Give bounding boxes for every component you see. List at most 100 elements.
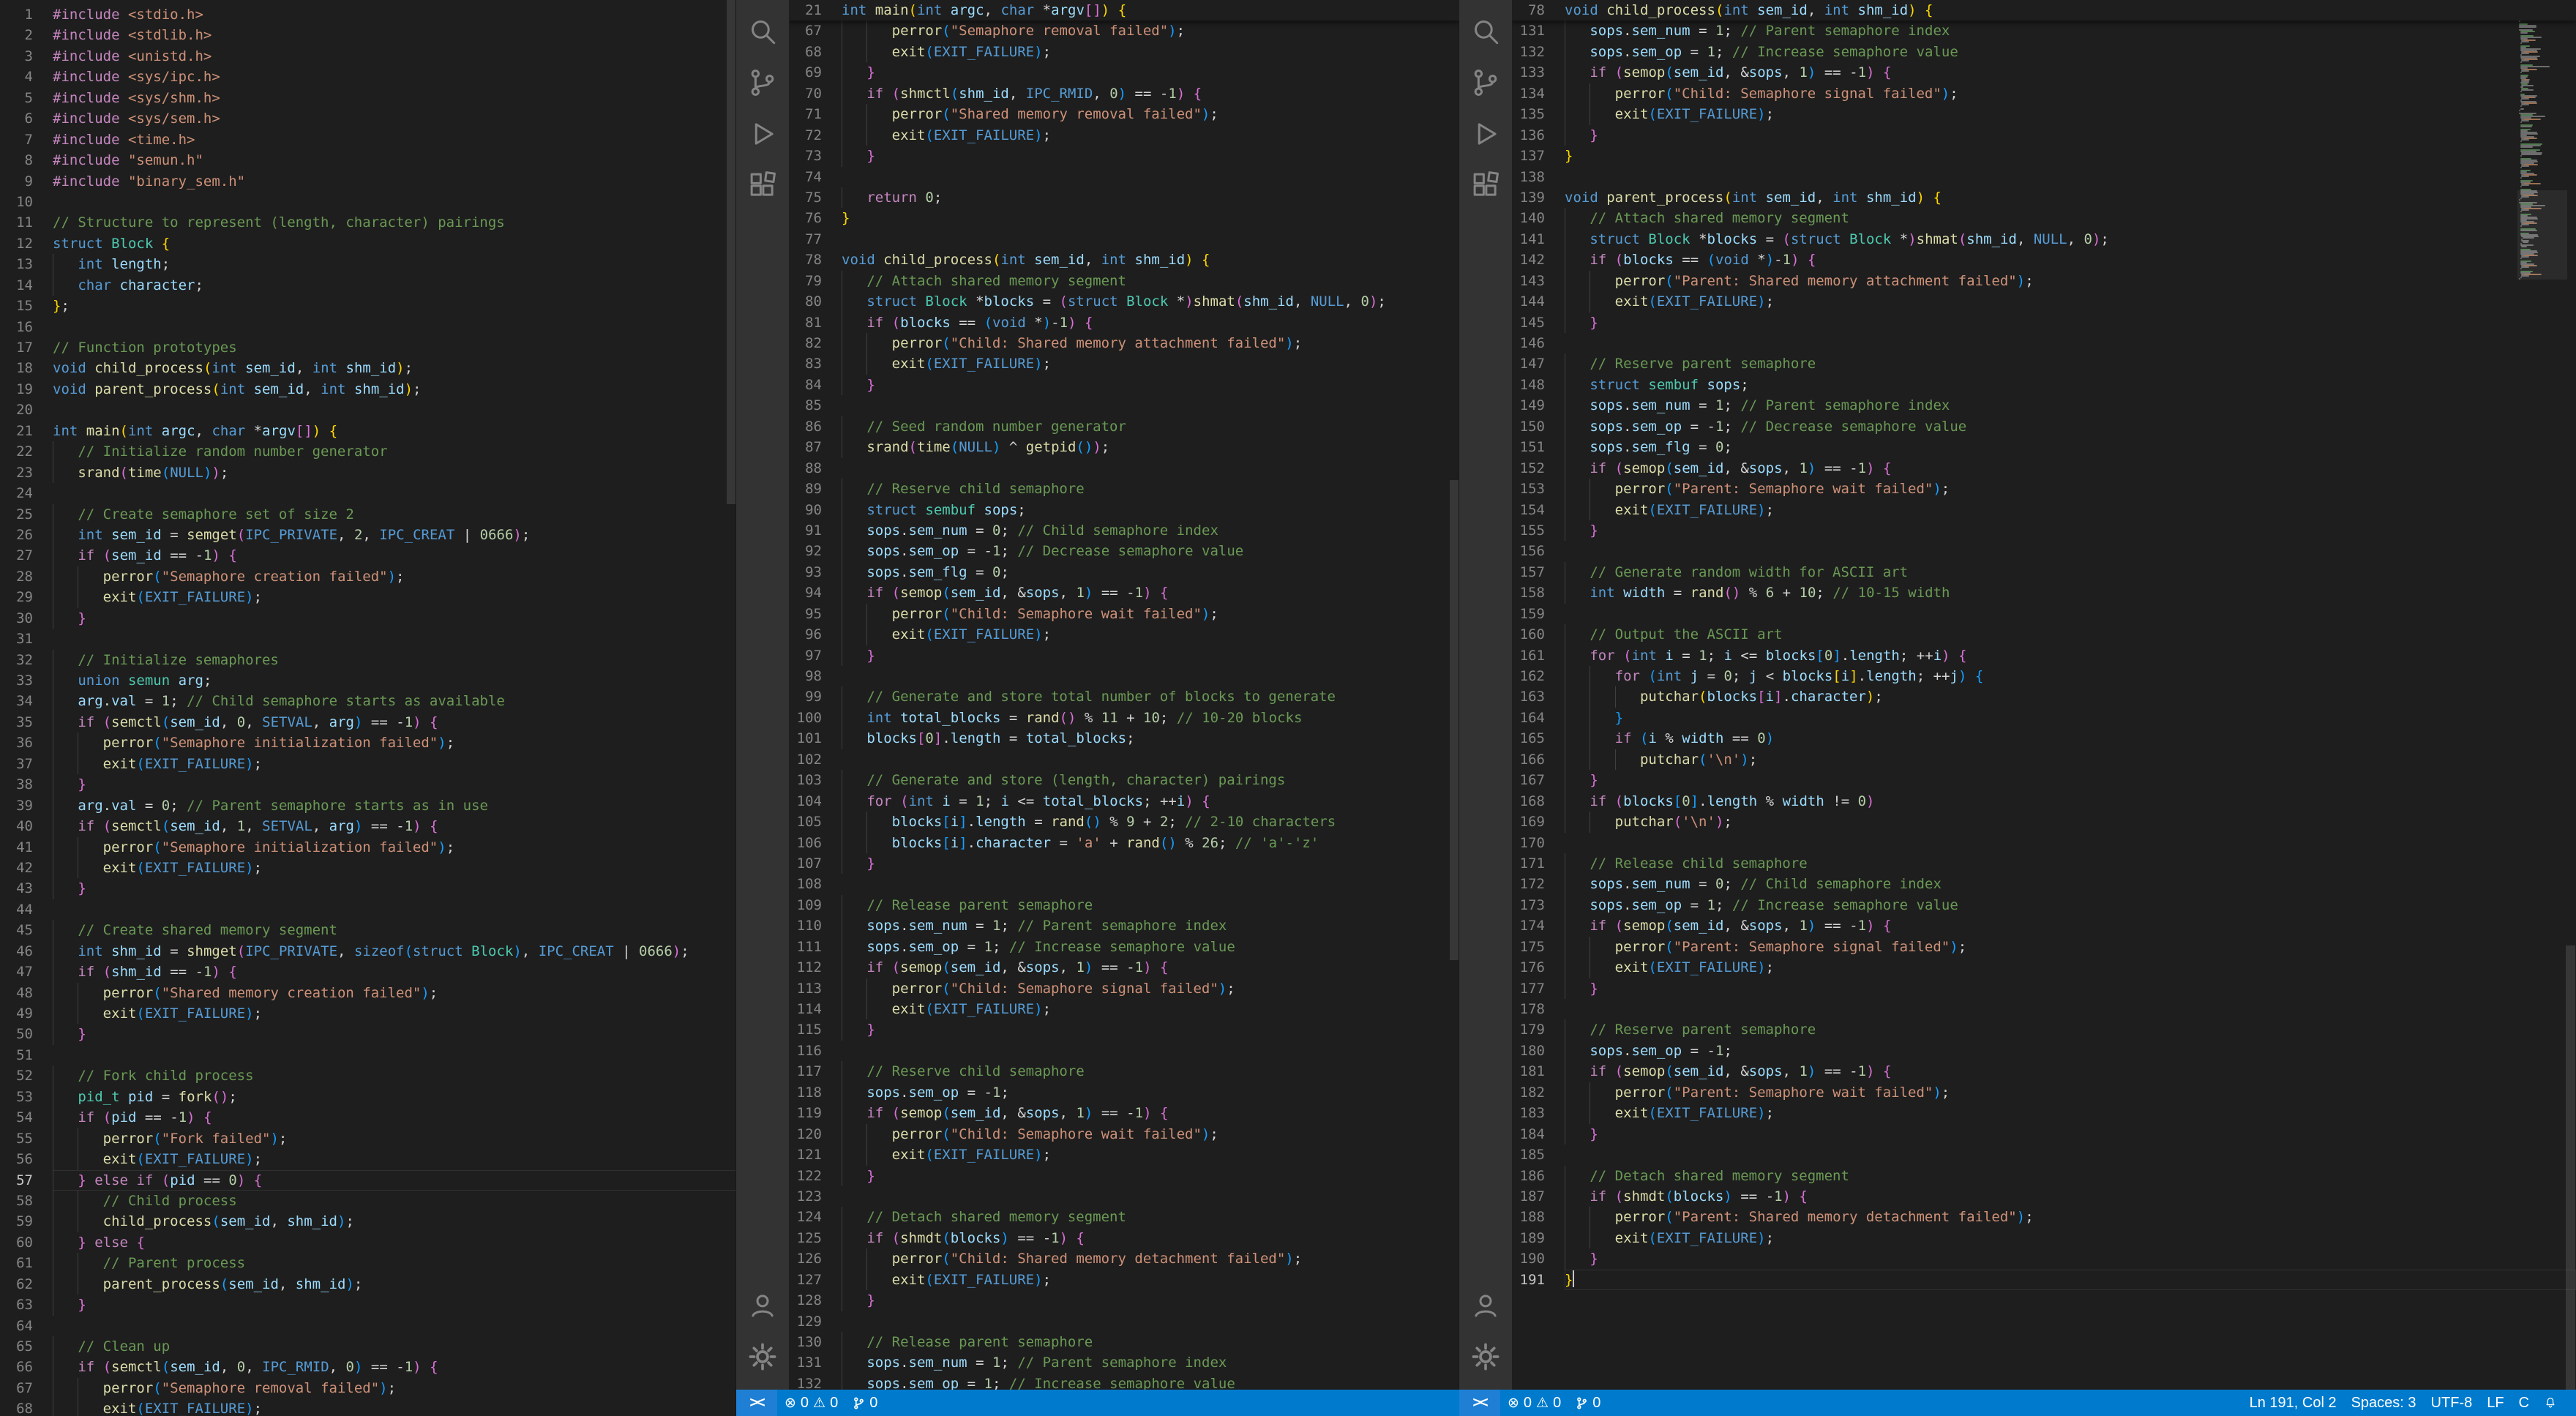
code-line[interactable]: 133 if (semop(sem_id, &sops, 1) == -1) { xyxy=(1512,62,2576,83)
run-debug-icon[interactable] xyxy=(1459,108,1512,160)
code-line[interactable]: 79 // Attach shared memory segment xyxy=(789,271,1459,291)
code-line[interactable]: 174 if (semop(sem_id, &sops, 1) == -1) { xyxy=(1512,915,2576,936)
code-line[interactable]: 132 sops.sem_op = 1; // Increase semapho… xyxy=(1512,42,2576,62)
code-line[interactable]: 12struct Block { xyxy=(0,233,736,254)
code-line[interactable]: 190 } xyxy=(1512,1248,2576,1269)
code-line[interactable]: 104 for (int i = 1; i <= total_blocks; +… xyxy=(789,791,1459,812)
code-line[interactable]: 158 int width = rand() % 6 + 10; // 10-1… xyxy=(1512,582,2576,603)
code-line[interactable]: 8#include "semun.h" xyxy=(0,150,736,171)
code-line[interactable]: 71 perror("Shared memory removal failed"… xyxy=(789,104,1459,124)
code-line[interactable]: 94 if (semop(sem_id, &sops, 1) == -1) { xyxy=(789,582,1459,603)
code-line[interactable]: 45 // Create shared memory segment xyxy=(0,920,736,940)
code-line[interactable]: 161 for (int i = 1; i <= blocks[0].lengt… xyxy=(1512,645,2576,666)
code-line[interactable]: 184 } xyxy=(1512,1124,2576,1145)
code-line[interactable]: 49 exit(EXIT_FAILURE); xyxy=(0,1003,736,1024)
code-line[interactable]: 99 // Generate and store total number of… xyxy=(789,686,1459,707)
code-line[interactable]: 14 char character; xyxy=(0,275,736,296)
branch-indicator[interactable]: 0 xyxy=(1568,1390,1608,1416)
code-line[interactable]: 110 sops.sem_num = 1; // Parent semaphor… xyxy=(789,915,1459,936)
code-line[interactable]: 165 if (i % width == 0) xyxy=(1512,728,2576,749)
code-line[interactable]: 93 sops.sem_flg = 0; xyxy=(789,562,1459,582)
code-line[interactable]: 154 exit(EXIT_FAILURE); xyxy=(1512,500,2576,520)
code-line[interactable]: 129 xyxy=(789,1311,1459,1332)
code-line[interactable]: 35 if (semctl(sem_id, 0, SETVAL, arg) ==… xyxy=(0,712,736,733)
code-line[interactable]: 39 arg.val = 0; // Parent semaphore star… xyxy=(0,795,736,816)
code-line[interactable]: 90 struct sembuf sops; xyxy=(789,500,1459,520)
code-line[interactable]: 86 // Seed random number generator xyxy=(789,416,1459,437)
code-line[interactable]: 171 // Release child semaphore xyxy=(1512,853,2576,874)
code-line[interactable]: 61 // Parent process xyxy=(0,1253,736,1273)
editor-pane-center[interactable]: 21int main(int argc, char *argv[]) {67 p… xyxy=(789,0,1459,1390)
code-line[interactable]: 42 exit(EXIT_FAILURE); xyxy=(0,858,736,878)
code-line[interactable]: 120 perror("Child: Semaphore wait failed… xyxy=(789,1124,1459,1145)
source-control-icon[interactable] xyxy=(736,57,789,108)
code-line[interactable]: 36 perror("Semaphore initialization fail… xyxy=(0,733,736,753)
code-line[interactable]: 108 xyxy=(789,874,1459,894)
code-line[interactable]: 37 exit(EXIT_FAILURE); xyxy=(0,754,736,774)
code-line[interactable]: 155 } xyxy=(1512,520,2576,541)
code-line[interactable]: 136 } xyxy=(1512,125,2576,146)
sticky-scroll-line[interactable]: 78void child_process(int sem_id, int shm… xyxy=(1512,0,2576,20)
code-line[interactable]: 28 perror("Semaphore creation failed"); xyxy=(0,566,736,587)
code-line[interactable]: 66 if (semctl(sem_id, 0, IPC_RMID, 0) ==… xyxy=(0,1357,736,1377)
code-line[interactable]: 9#include "binary_sem.h" xyxy=(0,171,736,192)
code-line[interactable]: 47 if (shm_id == -1) { xyxy=(0,962,736,982)
code-line[interactable]: 77 xyxy=(789,229,1459,250)
code-line[interactable]: 101 blocks[0].length = total_blocks; xyxy=(789,728,1459,749)
code-line[interactable]: 32 // Initialize semaphores xyxy=(0,650,736,670)
code-line[interactable]: 191} xyxy=(1512,1270,2576,1290)
code-line[interactable]: 121 exit(EXIT_FAILURE); xyxy=(789,1145,1459,1165)
code-line[interactable]: 146 xyxy=(1512,333,2576,353)
minimap-viewport-slider[interactable] xyxy=(2517,190,2567,280)
code-line[interactable]: 102 xyxy=(789,749,1459,770)
code-line[interactable]: 168 if (blocks[0].length % width != 0) xyxy=(1512,791,2576,812)
code-line[interactable]: 44 xyxy=(0,899,736,920)
settings-gear-icon[interactable] xyxy=(1459,1331,1512,1382)
code-line[interactable]: 164 } xyxy=(1512,708,2576,728)
code-line[interactable]: 18void child_process(int sem_id, int shm… xyxy=(0,358,736,378)
code-line[interactable]: 147 // Reserve parent semaphore xyxy=(1512,353,2576,374)
minimap[interactable] xyxy=(2519,0,2566,307)
code-line[interactable]: 127 exit(EXIT_FAILURE); xyxy=(789,1270,1459,1290)
code-line[interactable]: 151 sops.sem_flg = 0; xyxy=(1512,437,2576,457)
problems-indicator[interactable]: ⊗0 ⚠0 xyxy=(1500,1390,1568,1416)
code-line[interactable]: 88 xyxy=(789,458,1459,479)
code-line[interactable]: 83 exit(EXIT_FAILURE); xyxy=(789,353,1459,374)
encoding-setting[interactable]: UTF-8 xyxy=(2424,1390,2480,1416)
code-line[interactable]: 159 xyxy=(1512,604,2576,624)
code-line[interactable]: 179 // Reserve parent semaphore xyxy=(1512,1019,2576,1040)
code-line[interactable]: 55 perror("Fork failed"); xyxy=(0,1128,736,1149)
editor-pane-right[interactable]: 78void child_process(int sem_id, int shm… xyxy=(1512,0,2576,1390)
code-line[interactable]: 27 if (sem_id == -1) { xyxy=(0,545,736,566)
code-line[interactable]: 6#include <sys/sem.h> xyxy=(0,108,736,129)
remote-indicator[interactable]: >< xyxy=(1459,1390,1500,1416)
code-line[interactable]: 22 // Initialize random number generator xyxy=(0,441,736,462)
code-line[interactable]: 81 if (blocks == (void *)-1) { xyxy=(789,312,1459,333)
code-line[interactable]: 26 int sem_id = semget(IPC_PRIVATE, 2, I… xyxy=(0,525,736,545)
code-line[interactable]: 31 xyxy=(0,629,736,649)
code-line[interactable]: 122 } xyxy=(789,1166,1459,1186)
search-icon[interactable] xyxy=(1459,6,1512,57)
code-line[interactable]: 72 exit(EXIT_FAILURE); xyxy=(789,125,1459,146)
code-line[interactable]: 150 sops.sem_op = -1; // Decrease semaph… xyxy=(1512,416,2576,437)
code-line[interactable]: 138 xyxy=(1512,167,2576,187)
code-line[interactable]: 152 if (semop(sem_id, &sops, 1) == -1) { xyxy=(1512,458,2576,479)
code-line[interactable]: 119 if (semop(sem_id, &sops, 1) == -1) { xyxy=(789,1103,1459,1123)
code-line[interactable]: 189 exit(EXIT_FAILURE); xyxy=(1512,1228,2576,1248)
code-line[interactable]: 172 sops.sem_num = 0; // Child semaphore… xyxy=(1512,874,2576,894)
code-line[interactable]: 59 child_process(sem_id, shm_id); xyxy=(0,1211,736,1232)
code-line[interactable]: 73 } xyxy=(789,146,1459,166)
code-line[interactable]: 156 xyxy=(1512,541,2576,561)
code-line[interactable]: 177 } xyxy=(1512,978,2576,999)
code-line[interactable]: 62 parent_process(sem_id, shm_id); xyxy=(0,1274,736,1295)
accounts-icon[interactable] xyxy=(1459,1280,1512,1331)
code-line[interactable]: 38 } xyxy=(0,774,736,795)
code-line[interactable]: 163 putchar(blocks[i].character); xyxy=(1512,686,2576,707)
code-line[interactable]: 167 } xyxy=(1512,770,2576,790)
extensions-icon[interactable] xyxy=(1459,160,1512,211)
code-line[interactable]: 126 perror("Child: Shared memory detachm… xyxy=(789,1248,1459,1269)
code-line[interactable]: 84 } xyxy=(789,375,1459,395)
code-line[interactable]: 23 srand(time(NULL)); xyxy=(0,462,736,483)
code-line[interactable]: 113 perror("Child: Semaphore signal fail… xyxy=(789,978,1459,999)
code-line[interactable]: 128 } xyxy=(789,1290,1459,1311)
